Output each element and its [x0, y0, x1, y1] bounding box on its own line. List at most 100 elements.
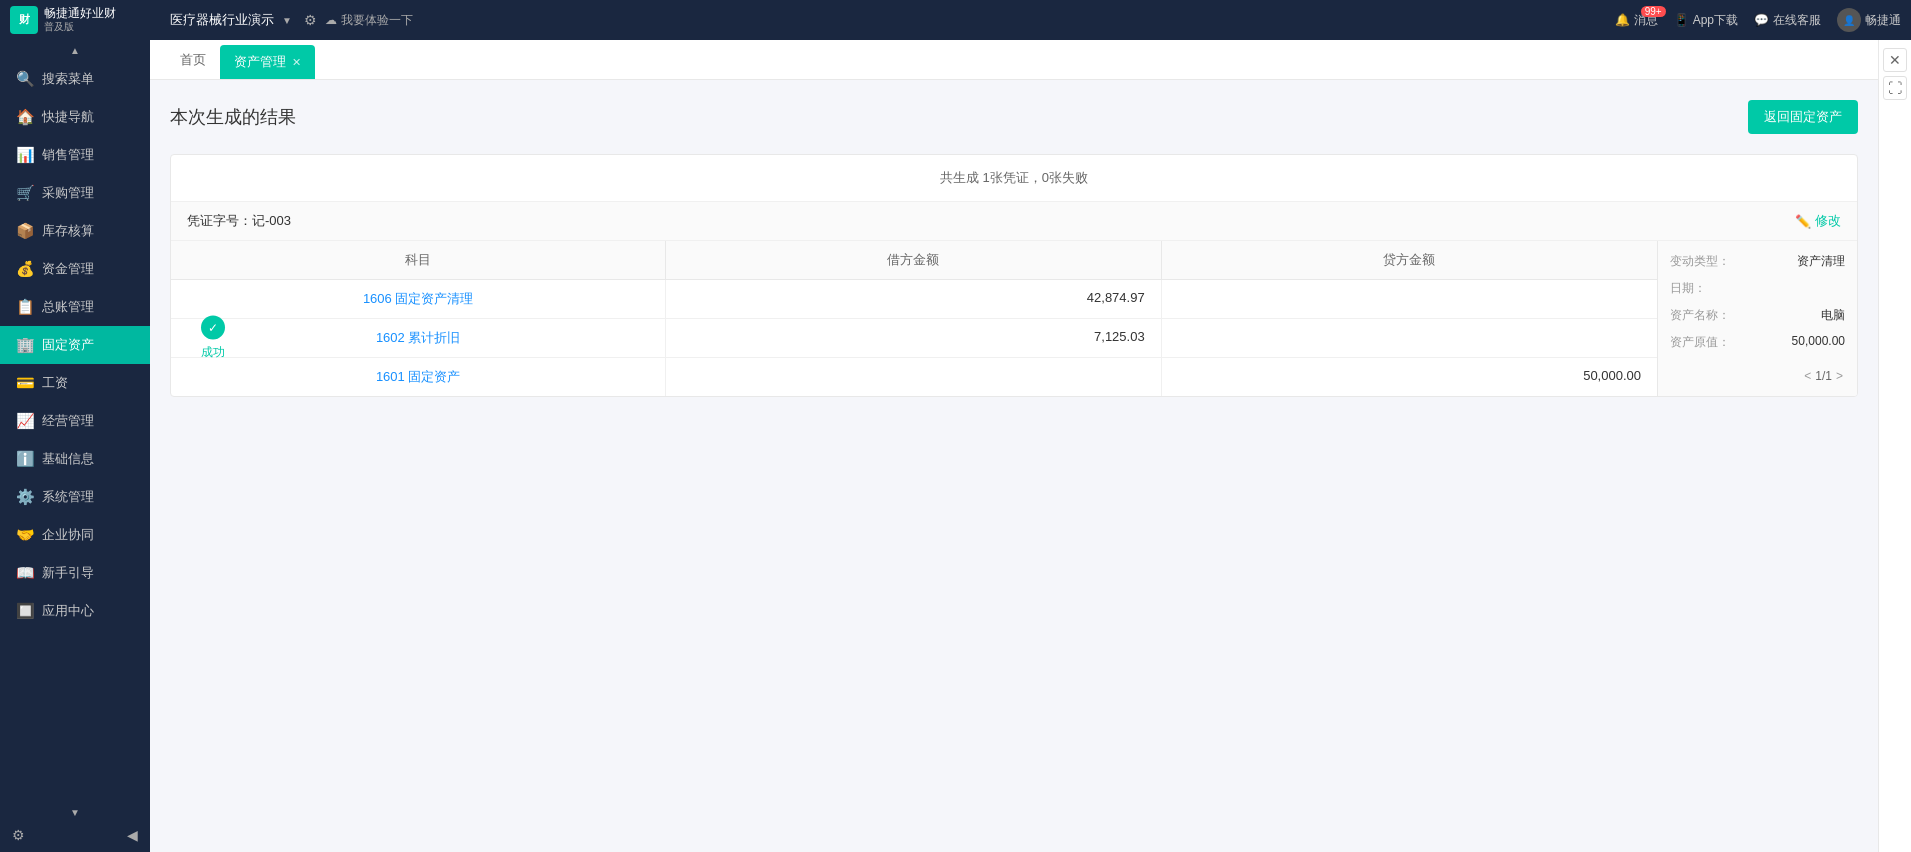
sidebar: ▲ 🔍 搜索菜单 🏠 快捷导航 📊 销售管理 🛒 采购管理 📦 库存核算 — [0, 40, 150, 852]
right-panel-asset-original-value: 资产原值： 50,000.00 — [1670, 334, 1845, 351]
username: 畅捷通 — [1865, 12, 1901, 29]
collapse-icon[interactable]: ◀ — [127, 827, 138, 843]
logo-sub: 普及版 — [44, 20, 116, 34]
grid-icon: 🔲 — [16, 602, 34, 620]
page-title: 本次生成的结果 — [170, 105, 296, 129]
asset-name-value: 电脑 — [1821, 307, 1845, 324]
sidebar-item-purchase[interactable]: 🛒 采购管理 — [0, 174, 150, 212]
table-row: 1601 固定资产 50,000.00 — [171, 358, 1657, 396]
trend-icon: 📈 — [16, 412, 34, 430]
table-row: 1606 固定资产清理 42,874.97 — [171, 280, 1657, 319]
result-card: 共生成 1张凭证，0张失败 凭证字号：记-003 ✏️ 修改 — [170, 154, 1858, 397]
sidebar-scroll-down[interactable]: ▼ — [0, 802, 150, 822]
voucher-table: 科目 借方金额 贷方金额 ✓ 成功 — [171, 241, 1657, 396]
logo-text: 畅捷通好业财 — [44, 6, 116, 20]
app-download-item[interactable]: 📱 App下载 — [1674, 12, 1738, 29]
table-body: ✓ 成功 1606 固定资产清理 42,874.97 — [171, 280, 1657, 396]
sidebar-label-salary: 工资 — [42, 374, 68, 392]
sidebar-label-quick-nav: 快捷导航 — [42, 108, 94, 126]
handshake-icon: 🤝 — [16, 526, 34, 544]
tab-asset-mgmt[interactable]: 资产管理 ✕ — [220, 45, 315, 79]
sidebar-item-sales[interactable]: 📊 销售管理 — [0, 136, 150, 174]
box-icon: 📦 — [16, 222, 34, 240]
td-credit-1 — [1162, 280, 1657, 318]
edit-label: 修改 — [1815, 212, 1841, 230]
return-button[interactable]: 返回固定资产 — [1748, 100, 1858, 134]
prev-page[interactable]: < — [1804, 369, 1811, 383]
voucher-body: 科目 借方金额 贷方金额 ✓ 成功 — [171, 241, 1857, 396]
notifications-badge: 99+ — [1641, 6, 1666, 17]
avatar: 👤 — [1837, 8, 1861, 32]
sidebar-scroll-up[interactable]: ▲ — [0, 40, 150, 60]
user-item[interactable]: 👤 畅捷通 — [1837, 8, 1901, 32]
td-subject-2[interactable]: 1602 累计折旧 — [171, 319, 666, 357]
sidebar-item-system[interactable]: ⚙️ 系统管理 — [0, 478, 150, 516]
logo-area: 财 畅捷通好业财 普及版 — [10, 6, 160, 34]
sidebar-item-funds[interactable]: 💰 资金管理 — [0, 250, 150, 288]
voucher-right-panel: 变动类型： 资产清理 日期： 资产名称： 电脑 — [1657, 241, 1857, 396]
tab-bar: 首页 资产管理 ✕ — [150, 40, 1878, 80]
sidebar-item-fixed-assets[interactable]: 🏢 固定资产 — [0, 326, 150, 364]
edit-icon: ✏️ — [1795, 214, 1811, 229]
sidebar-item-salary[interactable]: 💳 工资 — [0, 364, 150, 402]
next-page[interactable]: > — [1836, 369, 1843, 383]
page-content: 本次生成的结果 返回固定资产 共生成 1张凭证，0张失败 凭证字号：记-003 … — [150, 80, 1878, 852]
settings-bottom-icon[interactable]: ⚙ — [12, 827, 25, 843]
sidebar-label-enterprise: 企业协同 — [42, 526, 94, 544]
tab-home[interactable]: 首页 — [166, 43, 220, 79]
tab-asset-mgmt-label: 资产管理 — [234, 53, 286, 71]
logo-icon: 财 — [10, 6, 38, 34]
online-service-item[interactable]: 💬 在线客服 — [1754, 12, 1821, 29]
sidebar-item-basic-info[interactable]: ℹ️ 基础信息 — [0, 440, 150, 478]
change-type-value: 资产清理 — [1797, 253, 1845, 270]
td-debit-3 — [666, 358, 1161, 396]
sidebar-label-system: 系统管理 — [42, 488, 94, 506]
td-debit-2: 7,125.03 — [666, 319, 1161, 357]
asset-name-label: 资产名称： — [1670, 307, 1730, 324]
td-credit-2 — [1162, 319, 1657, 357]
side-controls: ✕ ⛶ — [1878, 40, 1911, 852]
change-type-label: 变动类型： — [1670, 253, 1730, 270]
ledger-icon: 📋 — [16, 298, 34, 316]
expand-panel-button[interactable]: ⛶ — [1883, 76, 1907, 100]
sidebar-items: 🔍 搜索菜单 🏠 快捷导航 📊 销售管理 🛒 采购管理 📦 库存核算 💰 — [0, 40, 150, 670]
td-credit-3: 50,000.00 — [1162, 358, 1657, 396]
td-subject-1[interactable]: 1606 固定资产清理 — [171, 280, 666, 318]
cart-icon: 🛒 — [16, 184, 34, 202]
building-icon: 🏢 — [16, 336, 34, 354]
sidebar-item-enterprise[interactable]: 🤝 企业协同 — [0, 516, 150, 554]
right-panel-date: 日期： — [1670, 280, 1845, 297]
sidebar-item-business[interactable]: 📈 经营管理 — [0, 402, 150, 440]
sidebar-item-quick-nav[interactable]: 🏠 快捷导航 — [0, 98, 150, 136]
sidebar-label-business: 经营管理 — [42, 412, 94, 430]
service-icon: 💬 — [1754, 13, 1769, 27]
experience-button[interactable]: ☁ 我要体验一下 — [325, 12, 413, 29]
table-head: 科目 借方金额 贷方金额 — [171, 241, 1657, 280]
chart-icon: 📊 — [16, 146, 34, 164]
sidebar-item-app-center[interactable]: 🔲 应用中心 — [0, 592, 150, 630]
asset-original-value-label: 资产原值： — [1670, 334, 1730, 351]
tab-close-asset-mgmt[interactable]: ✕ — [292, 56, 301, 69]
mobile-icon: 📱 — [1674, 13, 1689, 27]
close-panel-button[interactable]: ✕ — [1883, 48, 1907, 72]
sidebar-item-inventory[interactable]: 📦 库存核算 — [0, 212, 150, 250]
notifications-item[interactable]: 🔔 消息 99+ — [1615, 12, 1658, 29]
page-header: 本次生成的结果 返回固定资产 — [170, 100, 1858, 134]
company-name: 医疗器械行业演示 — [170, 11, 274, 29]
td-subject-3[interactable]: 1601 固定资产 — [171, 358, 666, 396]
experience-label: 我要体验一下 — [341, 12, 413, 29]
top-center: 医疗器械行业演示 ▼ ⚙ ☁ 我要体验一下 — [160, 11, 1615, 29]
sidebar-label-ledger: 总账管理 — [42, 298, 94, 316]
money-icon: 💰 — [16, 260, 34, 278]
sidebar-label-funds: 资金管理 — [42, 260, 94, 278]
edit-link[interactable]: ✏️ 修改 — [1795, 212, 1841, 230]
settings-icon[interactable]: ⚙ — [304, 12, 317, 28]
sidebar-item-guide[interactable]: 📖 新手引导 — [0, 554, 150, 592]
company-dropdown-icon[interactable]: ▼ — [282, 15, 292, 26]
sidebar-label-guide: 新手引导 — [42, 564, 94, 582]
pagination: < 1/1 > — [1670, 361, 1845, 383]
success-badge: ✓ 成功 — [201, 316, 225, 361]
sidebar-item-ledger[interactable]: 📋 总账管理 — [0, 288, 150, 326]
top-right: 🔔 消息 99+ 📱 App下载 💬 在线客服 👤 畅捷通 — [1615, 8, 1901, 32]
sidebar-item-search[interactable]: 🔍 搜索菜单 — [0, 60, 150, 98]
